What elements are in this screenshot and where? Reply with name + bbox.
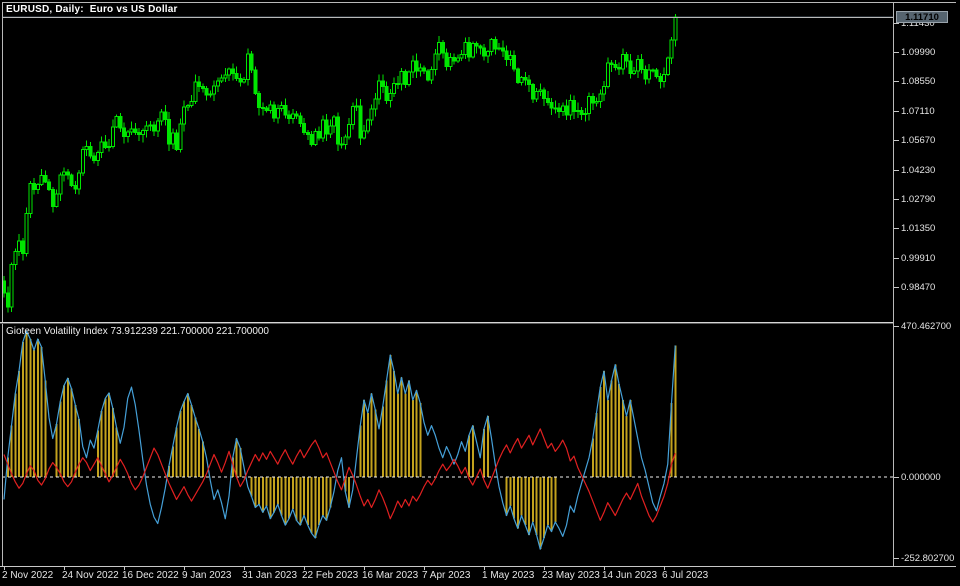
indicator-axis-tick (894, 326, 899, 327)
time-axis-label: 23 May 2023 (542, 570, 600, 581)
time-axis-label: 9 Jan 2023 (182, 570, 232, 581)
time-axis-label: 16 Dec 2022 (122, 570, 179, 581)
price-scale-separator[interactable] (893, 2, 894, 566)
current-price-box: 1.11710 (896, 10, 948, 23)
time-axis-line (0, 566, 956, 567)
window-border-top (2, 2, 956, 3)
time-axis-label: 24 Nov 2022 (62, 570, 119, 581)
time-axis-label: 14 Jun 2023 (602, 570, 658, 581)
price-axis-tick (894, 140, 899, 142)
panel-separator-shadow (0, 323, 893, 324)
time-axis-label: 1 May 2023 (482, 570, 535, 581)
chart-window: EURUSD, Daily: Euro vs US Dollar Gioteen… (0, 0, 960, 586)
time-axis-label: 31 Jan 2023 (242, 570, 298, 581)
price-axis-tick (894, 198, 899, 200)
indicator-axis-label: 0.000000 (901, 472, 941, 483)
price-axis-label: 1.05670 (901, 135, 936, 147)
chart-title: EURUSD, Daily: Euro vs US Dollar (6, 4, 178, 15)
price-axis-tick (894, 257, 899, 259)
indicator-title: Gioteen Volatility Index 73.912239 221.7… (6, 326, 269, 337)
time-axis-label: 2 Nov 2022 (2, 570, 54, 581)
price-axis-tick (894, 287, 899, 289)
price-axis-label: 0.99910 (901, 252, 936, 264)
volatility-histogram (6, 330, 677, 550)
price-axis-label: 1.02790 (901, 193, 936, 205)
indicator-axis-label: -252.802700 (901, 553, 955, 565)
price-axis-tick (894, 110, 899, 112)
price-axis-label: 1.07110 (901, 105, 935, 117)
price-axis-label: 1.08550 (901, 76, 936, 88)
time-axis-label: 7 Apr 2023 (422, 570, 471, 581)
candlestick-series (2, 13, 678, 313)
price-axis-label: 1.01350 (901, 223, 936, 235)
price-axis-tick (894, 51, 899, 53)
titlebar-separator (2, 17, 893, 18)
indicator-axis-tick (894, 558, 899, 560)
time-axis-label: 16 Mar 2023 (362, 570, 419, 581)
price-axis-label: 1.04230 (901, 164, 936, 176)
price-axis-tick (894, 81, 899, 83)
indicator-axis-tick (894, 477, 899, 478)
price-axis-tick (894, 169, 899, 171)
price-axis-label: 1.09990 (901, 46, 936, 58)
price-chart-canvas[interactable] (0, 0, 960, 586)
time-axis-label: 6 Jul 2023 (662, 570, 709, 581)
price-axis-tick (894, 228, 899, 230)
price-axis-label: 0.98470 (901, 282, 936, 294)
indicator-axis-label: 470.462700 (901, 321, 952, 332)
time-axis-label: 22 Feb 2023 (302, 570, 359, 581)
window-border-left (2, 2, 3, 566)
